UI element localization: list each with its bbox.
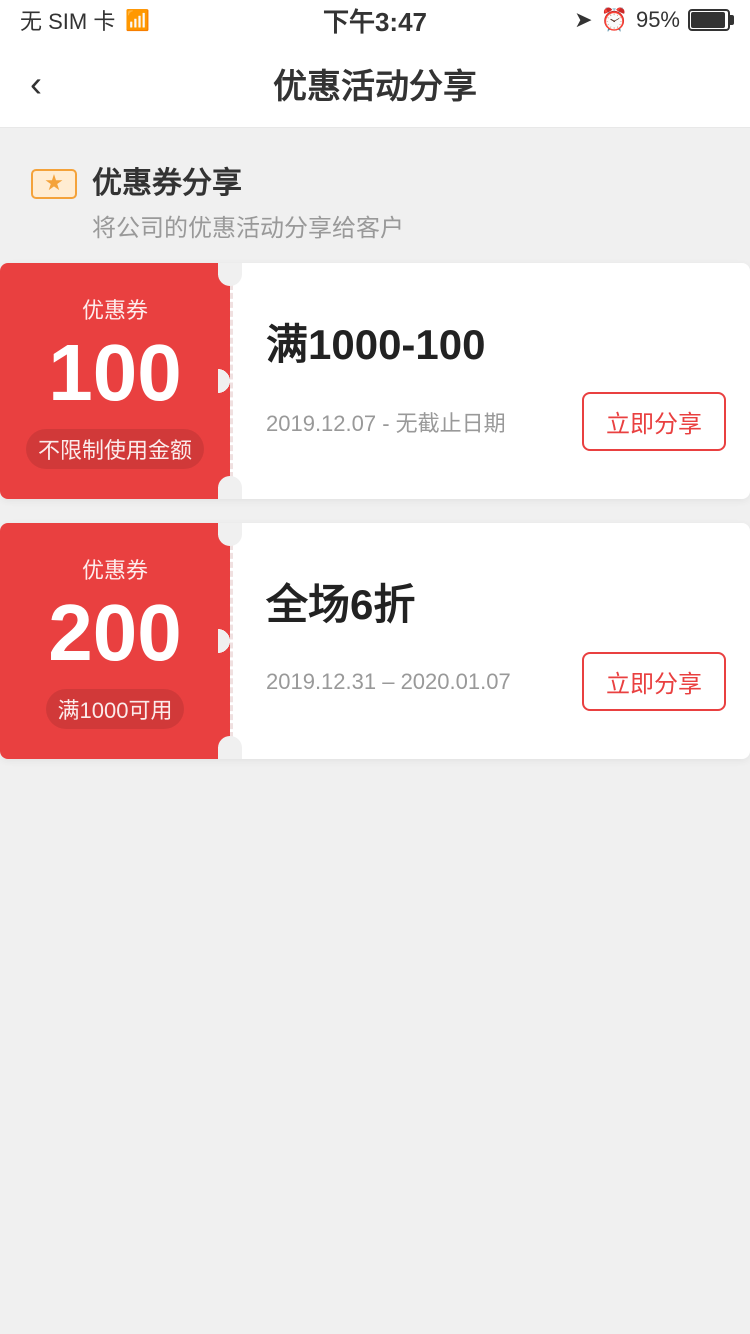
notch-top-2 <box>218 523 242 546</box>
notch-top-1 <box>218 263 242 286</box>
coupon-card-2: 优惠券 200 满1000可用 全场6折 2019.12.31 – 2020.0… <box>0 523 750 759</box>
section-header: ★ 优惠券分享 将公司的优惠活动分享给客户 <box>0 128 750 263</box>
coupon-separator-2 <box>230 535 233 747</box>
coupon-footer-1: 2019.12.07 - 无截止日期 立即分享 <box>266 392 726 451</box>
alarm-icon: ⏰ <box>601 7 628 33</box>
coupon-right-2: 全场6折 2019.12.31 – 2020.01.07 立即分享 <box>230 523 750 759</box>
section-subtitle: 将公司的优惠活动分享给客户 <box>92 208 404 243</box>
coupon-date-2: 2019.12.31 – 2020.01.07 <box>266 669 582 695</box>
battery-percent: 95% <box>636 7 680 33</box>
bottom-space <box>0 813 750 1213</box>
nav-bar: ‹ 优惠活动分享 <box>0 40 750 128</box>
coupon-right-1: 满1000-100 2019.12.07 - 无截止日期 立即分享 <box>230 263 750 499</box>
svg-text:★: ★ <box>44 170 64 195</box>
coupon-left-1: 优惠券 100 不限制使用金额 <box>0 263 230 499</box>
status-left: 无 SIM 卡 📶 <box>20 4 150 36</box>
coupon-footer-2: 2019.12.31 – 2020.01.07 立即分享 <box>266 652 726 711</box>
coupon-title-1: 满1000-100 <box>266 311 726 372</box>
sim-label: 无 SIM 卡 <box>20 4 115 36</box>
share-button-1[interactable]: 立即分享 <box>582 392 726 451</box>
coupon-list: 优惠券 100 不限制使用金额 满1000-100 2019.12.07 - 无… <box>0 263 750 813</box>
section-text: 优惠券分享 将公司的优惠活动分享给客户 <box>92 158 404 243</box>
status-right: ➤ ⏰ 95% <box>574 7 730 33</box>
coupon-date-1: 2019.12.07 - 无截止日期 <box>266 406 582 438</box>
location-icon: ➤ <box>574 7 592 33</box>
coupon-share-icon: ★ <box>30 160 78 208</box>
coupon-amount-2: 200 <box>48 593 181 673</box>
page-title: 优惠活动分享 <box>273 59 477 108</box>
coupon-separator-1 <box>230 275 233 487</box>
status-bar: 无 SIM 卡 📶 下午3:47 ➤ ⏰ 95% <box>0 0 750 40</box>
notch-bottom-2 <box>218 736 242 759</box>
section-title: 优惠券分享 <box>92 158 404 202</box>
status-time: 下午3:47 <box>323 2 427 39</box>
coupon-card-1: 优惠券 100 不限制使用金额 满1000-100 2019.12.07 - 无… <box>0 263 750 499</box>
coupon-label-1: 优惠券 <box>82 293 148 325</box>
wifi-icon: 📶 <box>125 8 150 33</box>
coupon-amount-1: 100 <box>48 333 181 413</box>
coupon-left-2: 优惠券 200 满1000可用 <box>0 523 230 759</box>
back-button[interactable]: ‹ <box>30 66 42 102</box>
battery-icon <box>688 9 730 31</box>
share-button-2[interactable]: 立即分享 <box>582 652 726 711</box>
notch-bottom-1 <box>218 476 242 499</box>
coupon-label-2: 优惠券 <box>82 553 148 585</box>
coupon-title-2: 全场6折 <box>266 571 726 632</box>
coupon-condition-2: 满1000可用 <box>46 689 185 729</box>
coupon-condition-1: 不限制使用金额 <box>26 429 204 469</box>
